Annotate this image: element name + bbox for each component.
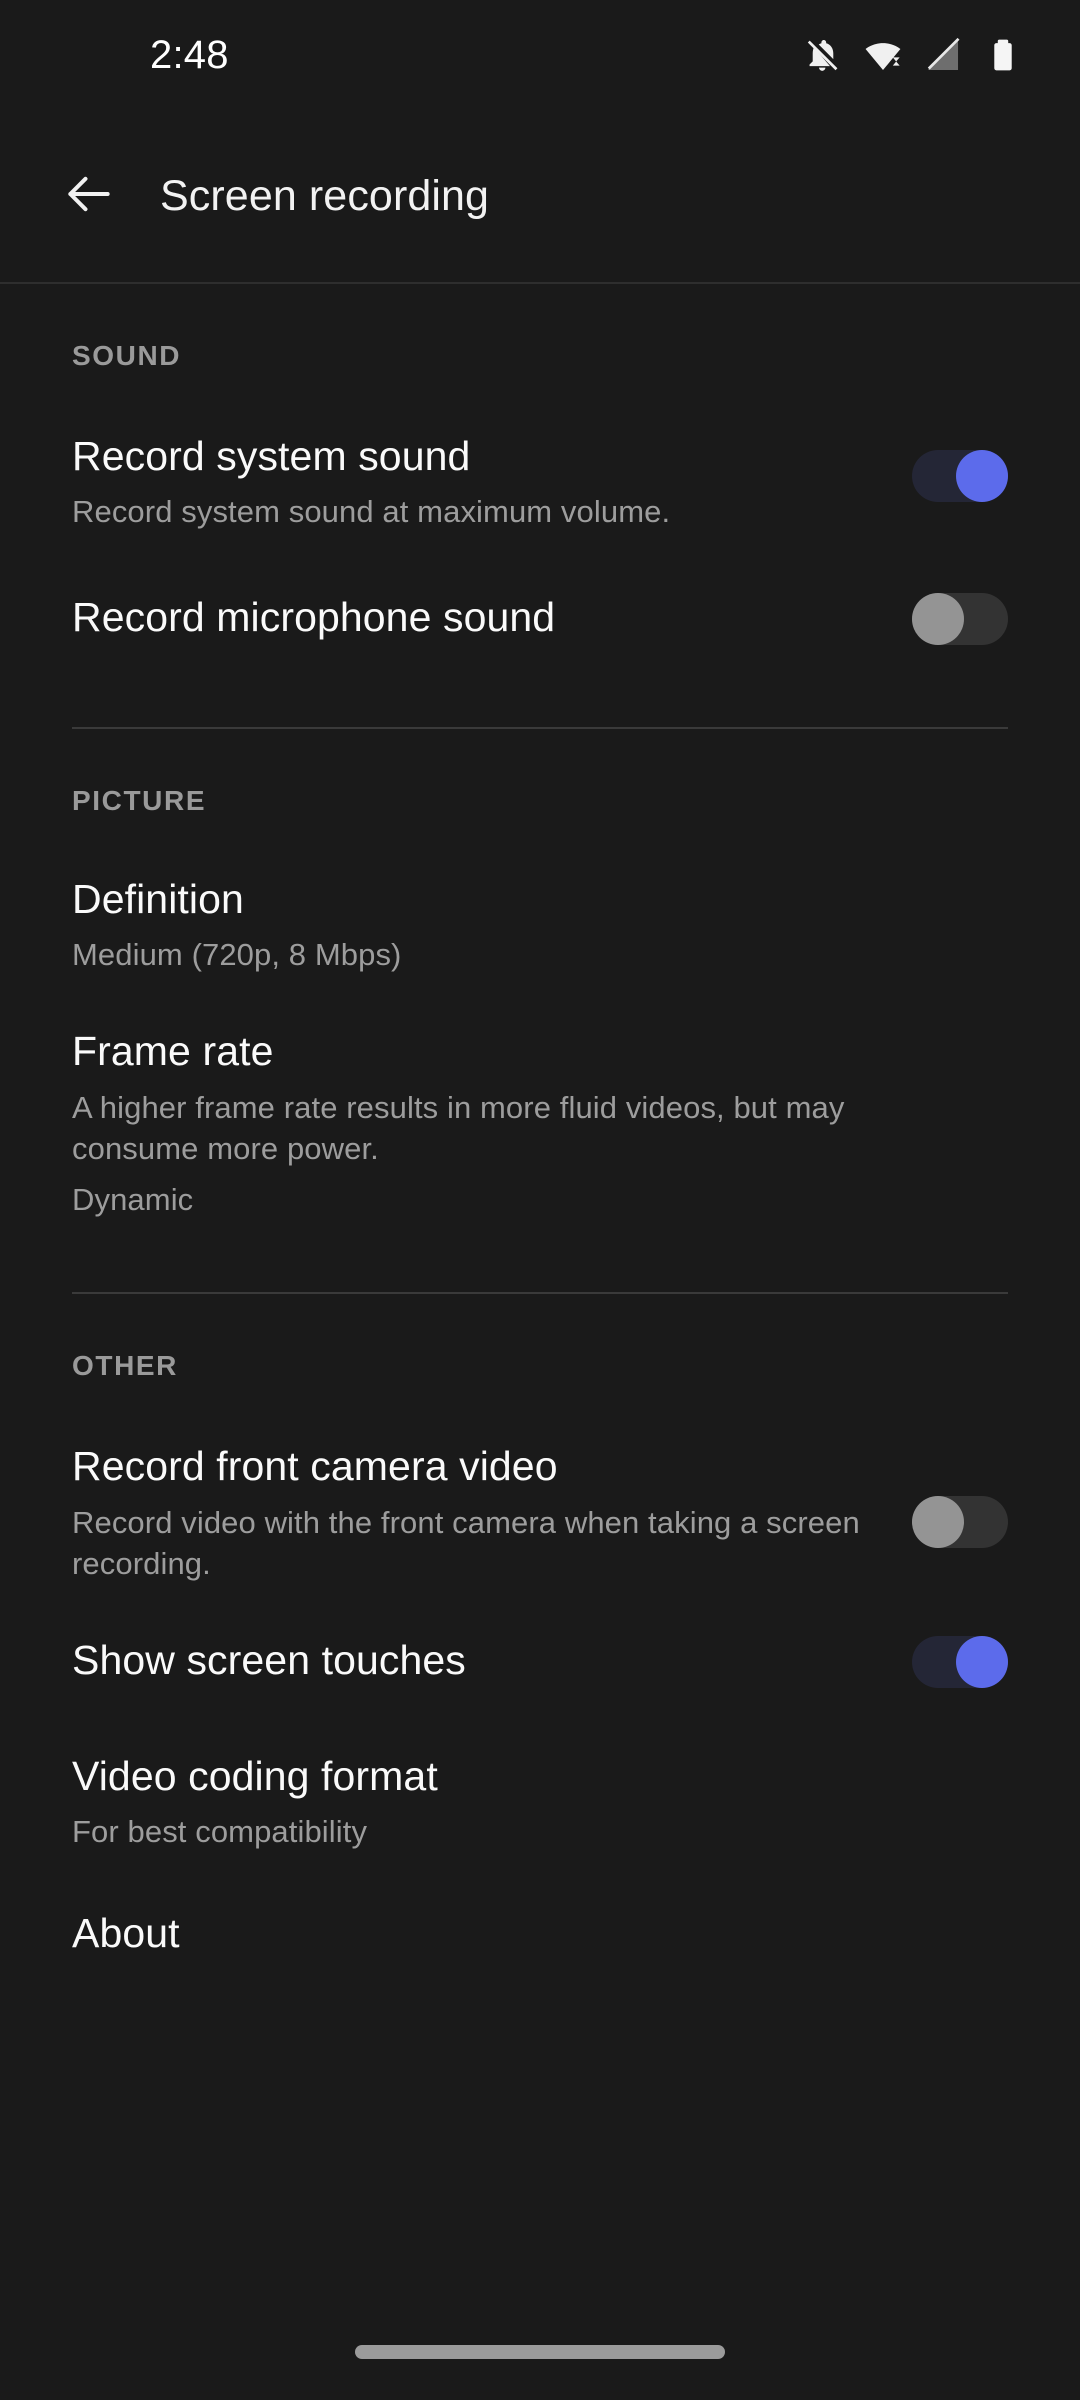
page-title: Screen recording [160,171,490,220]
switch-record-front-camera-video[interactable] [912,1496,1008,1549]
row-title: Record front camera video [72,1443,558,1490]
status-bar-icons [804,36,1022,74]
row-title: Video coding format [72,1753,438,1800]
row-text: About [72,1909,1008,1957]
setting-row-video-coding-format[interactable]: Video coding format For best compatibili… [0,1752,1080,1853]
setting-row-record-front-camera-video[interactable]: Record front camera video Record video w… [0,1442,1080,1584]
status-bar: 2:48 [0,0,1080,110]
row-title: Frame rate [72,1028,274,1075]
wifi-icon [864,36,902,74]
screen-recording-settings-screen: 2:48 Screen recording SOUND Record syste… [0,0,1080,2400]
row-title: Show screen touches [72,1637,466,1684]
row-title: Record system sound [72,433,471,479]
row-text: Record system sound Record system sound … [72,432,912,533]
home-gesture-handle[interactable] [355,2345,725,2359]
row-summary: Medium (720p, 8 Mbps) [72,936,402,972]
row-text: Show screen touches [72,1636,912,1684]
row-control [912,432,1008,502]
back-button[interactable] [58,165,120,227]
navigation-bar [0,2304,1080,2400]
row-control [912,1442,1008,1549]
switch-thumb [912,1496,964,1549]
section-header-other: OTHER [72,1350,178,1382]
setting-row-record-microphone-sound[interactable]: Record microphone sound [0,592,1080,653]
row-text: Definition Medium (720p, 8 Mbps) [72,875,1008,976]
arrow-back-icon [61,166,117,227]
mobile-signal-off-icon [924,36,962,74]
row-summary: Record video with the front camera when … [72,1504,860,1581]
setting-row-frame-rate[interactable]: Frame rate A higher frame rate results i… [0,1027,1080,1220]
row-control [912,592,1008,645]
row-summary: For best compatibility [72,1814,368,1850]
row-value: Dynamic [72,1182,194,1217]
row-title: About [72,1909,180,1956]
switch-record-microphone-sound[interactable] [912,592,1008,645]
row-text: Record microphone sound [72,593,912,641]
row-control [912,1636,1008,1689]
row-text: Frame rate A higher frame rate results i… [72,1027,1008,1220]
row-title: Definition [72,875,244,922]
setting-row-record-system-sound[interactable]: Record system sound Record system sound … [0,432,1080,533]
setting-row-definition[interactable]: Definition Medium (720p, 8 Mbps) [0,875,1080,976]
row-summary: Record system sound at maximum volume. [72,494,671,530]
switch-thumb [912,592,964,645]
settings-list: SOUND Record system sound Record system … [0,284,1080,2304]
row-summary: A higher frame rate results in more flui… [72,1089,845,1166]
row-title: Record microphone sound [72,593,556,640]
switch-thumb [956,1636,1008,1689]
row-text: Record front camera video Record video w… [72,1442,912,1584]
status-bar-clock: 2:48 [150,33,229,77]
row-text: Video coding format For best compatibili… [72,1752,1008,1853]
battery-full-icon [984,36,1022,74]
setting-row-show-screen-touches[interactable]: Show screen touches [0,1636,1080,1696]
app-bar: Screen recording [0,110,1080,284]
section-header-picture: PICTURE [72,784,207,816]
switch-show-screen-touches[interactable] [912,1636,1008,1689]
switch-record-system-sound[interactable] [912,450,1008,502]
switch-thumb [956,450,1008,502]
notifications-off-icon [804,36,842,74]
section-header-sound: SOUND [72,340,182,371]
setting-row-about[interactable]: About [0,1909,1080,1969]
